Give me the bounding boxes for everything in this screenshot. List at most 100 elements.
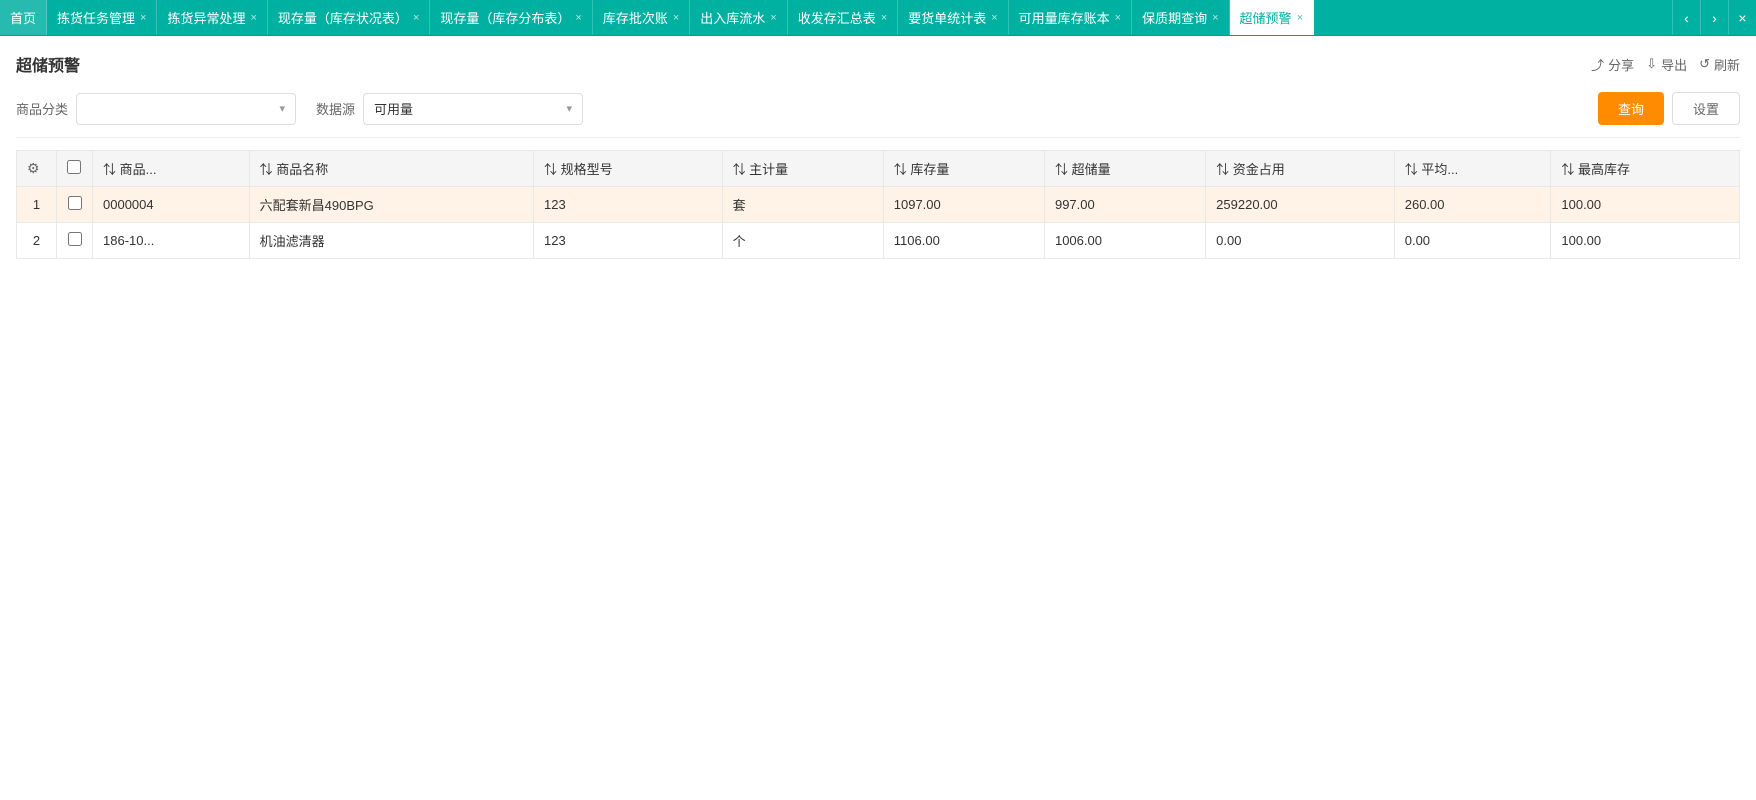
th-product-code-label: ⇅ 商品... xyxy=(103,162,156,177)
nav-next-arrow[interactable]: › xyxy=(1700,0,1728,35)
data-source-value: 可用量 xyxy=(374,99,413,118)
close-icon[interactable]: × xyxy=(673,12,679,24)
th-stock-label: ⇅ 库存量 xyxy=(894,162,950,177)
cell-unit: 套 xyxy=(722,187,883,223)
page-content: 超储预警 ⤴ 分享 ⇩ 导出 ↺ 刷新 商品分类 ▾ 数据源 xyxy=(0,36,1756,800)
th-settings: ⚙ xyxy=(17,151,57,187)
th-product-code[interactable]: ⇅ 商品... xyxy=(93,151,250,187)
cell-unit: 个 xyxy=(722,223,883,259)
nav-overstock-alert[interactable]: 超储预警 × xyxy=(1230,0,1314,35)
share-button[interactable]: ⤴ 分享 xyxy=(1591,55,1634,74)
th-checkbox xyxy=(57,151,93,187)
refresh-button[interactable]: ↺ 刷新 xyxy=(1699,55,1740,74)
gear-icon[interactable]: ⚙ xyxy=(27,160,40,176)
settings-button[interactable]: 设置 xyxy=(1672,92,1740,125)
nav-quality-period[interactable]: 保质期查询 × xyxy=(1132,0,1229,35)
row-checkbox-cell xyxy=(57,223,93,259)
table-header-row: ⚙ ⇅ 商品... ⇅ 商品名称 ⇅ 规格型号 ⇅ 主计量 ⇅ xyxy=(17,151,1740,187)
th-unit[interactable]: ⇅ 主计量 xyxy=(722,151,883,187)
chevron-down-icon: ▾ xyxy=(279,102,285,115)
close-icon[interactable]: × xyxy=(413,12,419,24)
page-title: 超储预警 xyxy=(16,52,80,76)
select-all-checkbox[interactable] xyxy=(67,160,81,174)
nav-available-book[interactable]: 可用量库存账本 × xyxy=(1009,0,1132,35)
cell-product-code: 0000004 xyxy=(93,187,250,223)
cell-product-name: 六配套新昌490BPG xyxy=(249,187,533,223)
data-source-select[interactable]: 可用量 ▾ xyxy=(363,93,583,125)
nav-batch-account[interactable]: 库存批次账 × xyxy=(593,0,690,35)
chevron-down-icon: ▾ xyxy=(567,102,573,115)
nav-home[interactable]: 首页 xyxy=(0,0,47,35)
cell-spec: 123 xyxy=(534,223,723,259)
row-checkbox-cell xyxy=(57,187,93,223)
th-overstock-label: ⇅ 超储量 xyxy=(1055,162,1111,177)
cell-stock: 1097.00 xyxy=(883,187,1044,223)
cell-capital: 0.00 xyxy=(1206,223,1395,259)
close-icon[interactable]: × xyxy=(1212,12,1218,24)
row-number: 2 xyxy=(17,223,57,259)
th-max-stock-label: ⇅ 最高库存 xyxy=(1561,162,1630,177)
th-spec-label: ⇅ 规格型号 xyxy=(544,162,613,177)
close-icon[interactable]: × xyxy=(991,12,997,24)
data-source-filter: 数据源 可用量 ▾ xyxy=(316,93,583,125)
close-icon[interactable]: × xyxy=(881,12,887,24)
cell-overstock: 1006.00 xyxy=(1044,223,1205,259)
filter-row: 商品分类 ▾ 数据源 可用量 ▾ 查询 设置 xyxy=(16,92,1740,125)
cell-avg-price: 0.00 xyxy=(1394,223,1551,259)
top-navigation: 首页 拣货任务管理 × 拣货异常处理 × 现存量（库存状况表） × 现存量（库存… xyxy=(0,0,1756,36)
nav-summary-table[interactable]: 收发存汇总表 × xyxy=(788,0,898,35)
nav-close-arrow[interactable]: × xyxy=(1728,0,1756,35)
th-avg-price-label: ⇅ 平均... xyxy=(1405,162,1458,177)
th-capital[interactable]: ⇅ 资金占用 xyxy=(1206,151,1395,187)
nav-inventory-dist[interactable]: 现存量（库存分布表） × xyxy=(430,0,592,35)
product-category-filter: 商品分类 ▾ xyxy=(16,93,296,125)
page-header: 超储预警 ⤴ 分享 ⇩ 导出 ↺ 刷新 xyxy=(16,52,1740,76)
nav-prev-arrow[interactable]: ‹ xyxy=(1672,0,1700,35)
cell-spec: 123 xyxy=(534,187,723,223)
nav-exception[interactable]: 拣货异常处理 × xyxy=(157,0,267,35)
th-avg-price[interactable]: ⇅ 平均... xyxy=(1394,151,1551,187)
cell-capital: 259220.00 xyxy=(1206,187,1395,223)
cell-max-stock: 100.00 xyxy=(1551,223,1740,259)
product-category-select[interactable]: ▾ xyxy=(76,93,296,125)
refresh-icon: ↺ xyxy=(1699,56,1710,72)
table-row: 1 0000004 六配套新昌490BPG 123 套 1097.00 997.… xyxy=(17,187,1740,223)
close-icon[interactable]: × xyxy=(1297,12,1303,24)
header-actions: ⤴ 分享 ⇩ 导出 ↺ 刷新 xyxy=(1591,55,1740,74)
close-icon[interactable]: × xyxy=(770,12,776,24)
th-capital-label: ⇅ 资金占用 xyxy=(1216,162,1285,177)
th-product-name-label: ⇅ 商品名称 xyxy=(260,162,329,177)
data-table: ⚙ ⇅ 商品... ⇅ 商品名称 ⇅ 规格型号 ⇅ 主计量 ⇅ xyxy=(16,150,1740,259)
cell-max-stock: 100.00 xyxy=(1551,187,1740,223)
th-spec[interactable]: ⇅ 规格型号 xyxy=(534,151,723,187)
th-stock[interactable]: ⇅ 库存量 xyxy=(883,151,1044,187)
close-icon[interactable]: × xyxy=(575,12,581,24)
export-button[interactable]: ⇩ 导出 xyxy=(1646,55,1687,74)
cell-product-name: 机油滤清器 xyxy=(249,223,533,259)
nav-task-mgmt[interactable]: 拣货任务管理 × xyxy=(47,0,157,35)
th-max-stock[interactable]: ⇅ 最高库存 xyxy=(1551,151,1740,187)
nav-inventory-status[interactable]: 现存量（库存状况表） × xyxy=(268,0,430,35)
data-source-label: 数据源 xyxy=(316,99,355,118)
filter-divider xyxy=(16,137,1740,138)
cell-avg-price: 260.00 xyxy=(1394,187,1551,223)
cell-product-code: 186-10... xyxy=(93,223,250,259)
query-button[interactable]: 查询 xyxy=(1598,92,1664,125)
cell-stock: 1106.00 xyxy=(883,223,1044,259)
row-checkbox[interactable] xyxy=(68,196,82,210)
close-icon[interactable]: × xyxy=(1115,12,1121,24)
filter-action-buttons: 查询 设置 xyxy=(1598,92,1740,125)
th-overstock[interactable]: ⇅ 超储量 xyxy=(1044,151,1205,187)
th-product-name[interactable]: ⇅ 商品名称 xyxy=(249,151,533,187)
table-row: 2 186-10... 机油滤清器 123 个 1106.00 1006.00 … xyxy=(17,223,1740,259)
close-icon[interactable]: × xyxy=(250,12,256,24)
nav-inout-flow[interactable]: 出入库流水 × xyxy=(690,0,787,35)
export-icon: ⇩ xyxy=(1646,56,1657,72)
row-checkbox[interactable] xyxy=(68,232,82,246)
th-unit-label: ⇅ 主计量 xyxy=(733,162,789,177)
nav-order-stats[interactable]: 要货单统计表 × xyxy=(898,0,1008,35)
row-number: 1 xyxy=(17,187,57,223)
cell-overstock: 997.00 xyxy=(1044,187,1205,223)
close-icon[interactable]: × xyxy=(140,12,146,24)
product-category-label: 商品分类 xyxy=(16,99,68,118)
